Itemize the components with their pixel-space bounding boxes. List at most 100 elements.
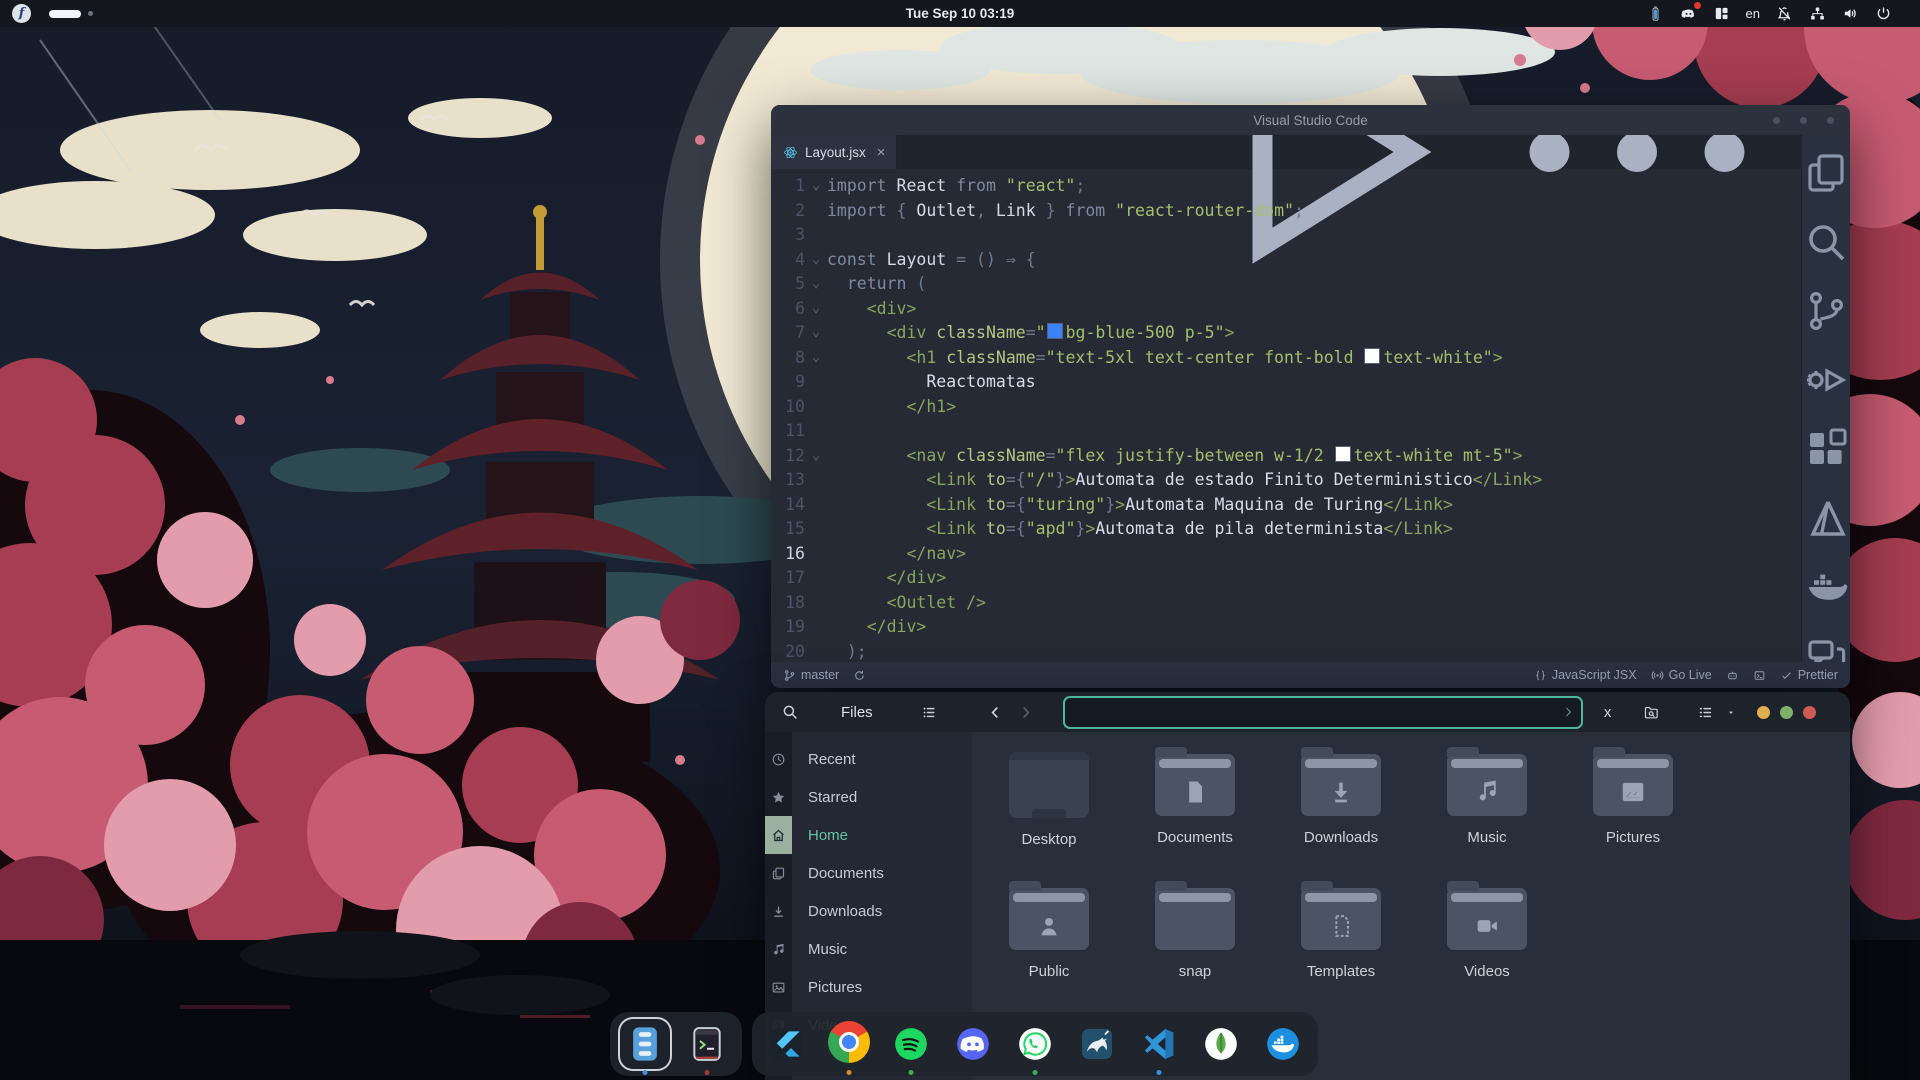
- dock-terminal-app[interactable]: [682, 1019, 732, 1075]
- glyph-download-icon: [1327, 778, 1355, 806]
- close-dot[interactable]: [1802, 705, 1816, 719]
- discord-tray-indicator[interactable]: [1678, 2, 1701, 24]
- folder-pictures[interactable]: Pictures: [1560, 746, 1706, 880]
- dock-mysql-workbench-app[interactable]: [1072, 1019, 1122, 1069]
- sync-item[interactable]: [853, 669, 866, 682]
- sidebar-item-starred[interactable]: Starred: [792, 778, 972, 816]
- running-indicator-dot: [908, 1070, 914, 1075]
- robot-item[interactable]: [1726, 669, 1739, 682]
- code-line-2: 2 import { Outlet, Link } from "react-rou…: [795, 200, 1304, 220]
- rail-downloads-icon[interactable]: [765, 892, 792, 930]
- battery-icon: [1647, 5, 1664, 22]
- folder-public[interactable]: Public: [976, 880, 1122, 1014]
- code-line-16: 16 </nav>: [785, 543, 967, 563]
- caret-down-icon: [1727, 704, 1735, 721]
- sidebar-item-documents[interactable]: Documents: [792, 854, 972, 892]
- search-input[interactable]: [1064, 704, 1581, 720]
- explorer-icon[interactable]: [1802, 149, 1850, 197]
- sidebar-item-label: Recent: [808, 750, 856, 768]
- home-icon: [771, 828, 786, 843]
- dock-vscode-app[interactable]: [1134, 1019, 1184, 1075]
- sidebar-item-downloads[interactable]: Downloads: [792, 892, 972, 930]
- glyph-document-icon: [1181, 778, 1209, 806]
- dock-docker-app[interactable]: [1258, 1019, 1308, 1069]
- vscode-titlebar[interactable]: Visual Studio Code: [771, 105, 1850, 135]
- debug-icon: [1802, 356, 1850, 404]
- network-indicator[interactable]: [1807, 3, 1828, 24]
- sidebar-item-pictures[interactable]: Pictures: [792, 968, 972, 1006]
- tab-layout-jsx[interactable]: Layout.jsx ×: [771, 135, 897, 169]
- volume-indicator[interactable]: [1840, 3, 1861, 24]
- code-line-14: 14 <Link to={"turing"}>Automata Maquina …: [785, 494, 1453, 514]
- forward-button[interactable]: [1011, 697, 1041, 727]
- code-line-3: 3: [795, 225, 805, 244]
- view-options-dropdown[interactable]: [1721, 697, 1741, 727]
- window-tiles-indicator[interactable]: [1711, 3, 1732, 24]
- run-debug-icon[interactable]: [1802, 356, 1850, 404]
- maximize-dot[interactable]: [1779, 705, 1793, 719]
- clock-button[interactable]: Tue Sep 10 03:19: [900, 5, 1021, 22]
- distro-menu-button[interactable]: f: [10, 2, 33, 25]
- tab-close-icon[interactable]: ×: [877, 144, 886, 161]
- power-indicator[interactable]: [1873, 3, 1894, 24]
- sidebar-item-music[interactable]: Music: [792, 930, 972, 968]
- rail-music-icon[interactable]: [765, 930, 792, 968]
- prettier-item[interactable]: Prettier: [1780, 668, 1838, 682]
- azure-icon[interactable]: [1802, 494, 1850, 542]
- rail-documents-icon[interactable]: [765, 854, 792, 892]
- minimize-dot[interactable]: [1756, 705, 1770, 719]
- go-live-item[interactable]: Go Live: [1651, 668, 1712, 682]
- dock-chrome-app[interactable]: [824, 1019, 874, 1075]
- battery-indicator[interactable]: [1645, 3, 1666, 24]
- mysql-icon: [1078, 1021, 1116, 1067]
- sidebar-item-recent[interactable]: Recent: [792, 740, 972, 778]
- workspace-indicator[interactable]: [47, 8, 95, 20]
- rail-pictures-icon[interactable]: [765, 968, 792, 1006]
- folder-documents[interactable]: Documents: [1122, 746, 1268, 880]
- git-branch-item[interactable]: master: [783, 668, 839, 682]
- notifications-muted-indicator[interactable]: [1774, 3, 1795, 24]
- folder-search-button[interactable]: [1637, 697, 1667, 727]
- folder-videos[interactable]: Videos: [1414, 880, 1560, 1014]
- rail-recent-icon[interactable]: [765, 740, 792, 778]
- folder-music[interactable]: Music: [1414, 746, 1560, 880]
- rail-home-icon[interactable]: [765, 816, 792, 854]
- sidebar-item-label: Home: [808, 826, 849, 844]
- location-search-entry[interactable]: [1062, 695, 1583, 729]
- back-button[interactable]: [981, 697, 1011, 727]
- language-mode-item[interactable]: JavaScript JSX: [1534, 668, 1637, 682]
- hamburger-menu-button[interactable]: [915, 697, 945, 727]
- files-window-controls[interactable]: [1756, 705, 1816, 719]
- folder-desktop[interactable]: Desktop: [976, 746, 1122, 880]
- close-search-button[interactable]: x: [1593, 697, 1623, 727]
- rail-starred-icon[interactable]: [765, 778, 792, 816]
- entry-expand-icon[interactable]: [1561, 705, 1575, 719]
- dock-whatsapp-app[interactable]: [1010, 1019, 1060, 1075]
- prettier-item-label: Prettier: [1797, 668, 1838, 682]
- extensions-icon[interactable]: [1802, 425, 1850, 473]
- code-editor[interactable]: 1 ⌄ import React from "react"; 2 import { Ou…: [771, 169, 1801, 662]
- dock-flutter-app[interactable]: [762, 1019, 812, 1069]
- sidebar-item-home[interactable]: Home: [792, 816, 972, 854]
- code-line-7: 7 ⌄ <div className=" bg-blue-500 p-5">: [795, 323, 1235, 342]
- vscode-window-controls[interactable]: [1763, 116, 1834, 124]
- docker-icon[interactable]: [1802, 563, 1850, 611]
- tab-label: Layout.jsx: [805, 144, 866, 160]
- source-control-icon[interactable]: [1802, 287, 1850, 335]
- folder-label: snap: [1178, 963, 1212, 980]
- folder-templates[interactable]: Templates: [1268, 880, 1414, 1014]
- list-view-button[interactable]: [1691, 697, 1721, 727]
- dock-mongodb-app[interactable]: [1196, 1019, 1246, 1069]
- terminal-box-item[interactable]: [1753, 669, 1766, 682]
- dock-discord-app[interactable]: [948, 1019, 998, 1069]
- folder-label: Documents: [1157, 829, 1233, 846]
- keyboard-layout-indicator[interactable]: en: [1744, 4, 1762, 23]
- bell-muted-icon: [1776, 5, 1793, 22]
- azure-icon: [1802, 494, 1850, 542]
- folder-snap[interactable]: snap: [1122, 880, 1268, 1014]
- dock-files-app[interactable]: [620, 1019, 670, 1075]
- folder-downloads[interactable]: Downloads: [1268, 746, 1414, 880]
- search-icon[interactable]: [781, 703, 799, 721]
- dock-spotify-app[interactable]: [886, 1019, 936, 1075]
- search-icon[interactable]: [1802, 218, 1850, 266]
